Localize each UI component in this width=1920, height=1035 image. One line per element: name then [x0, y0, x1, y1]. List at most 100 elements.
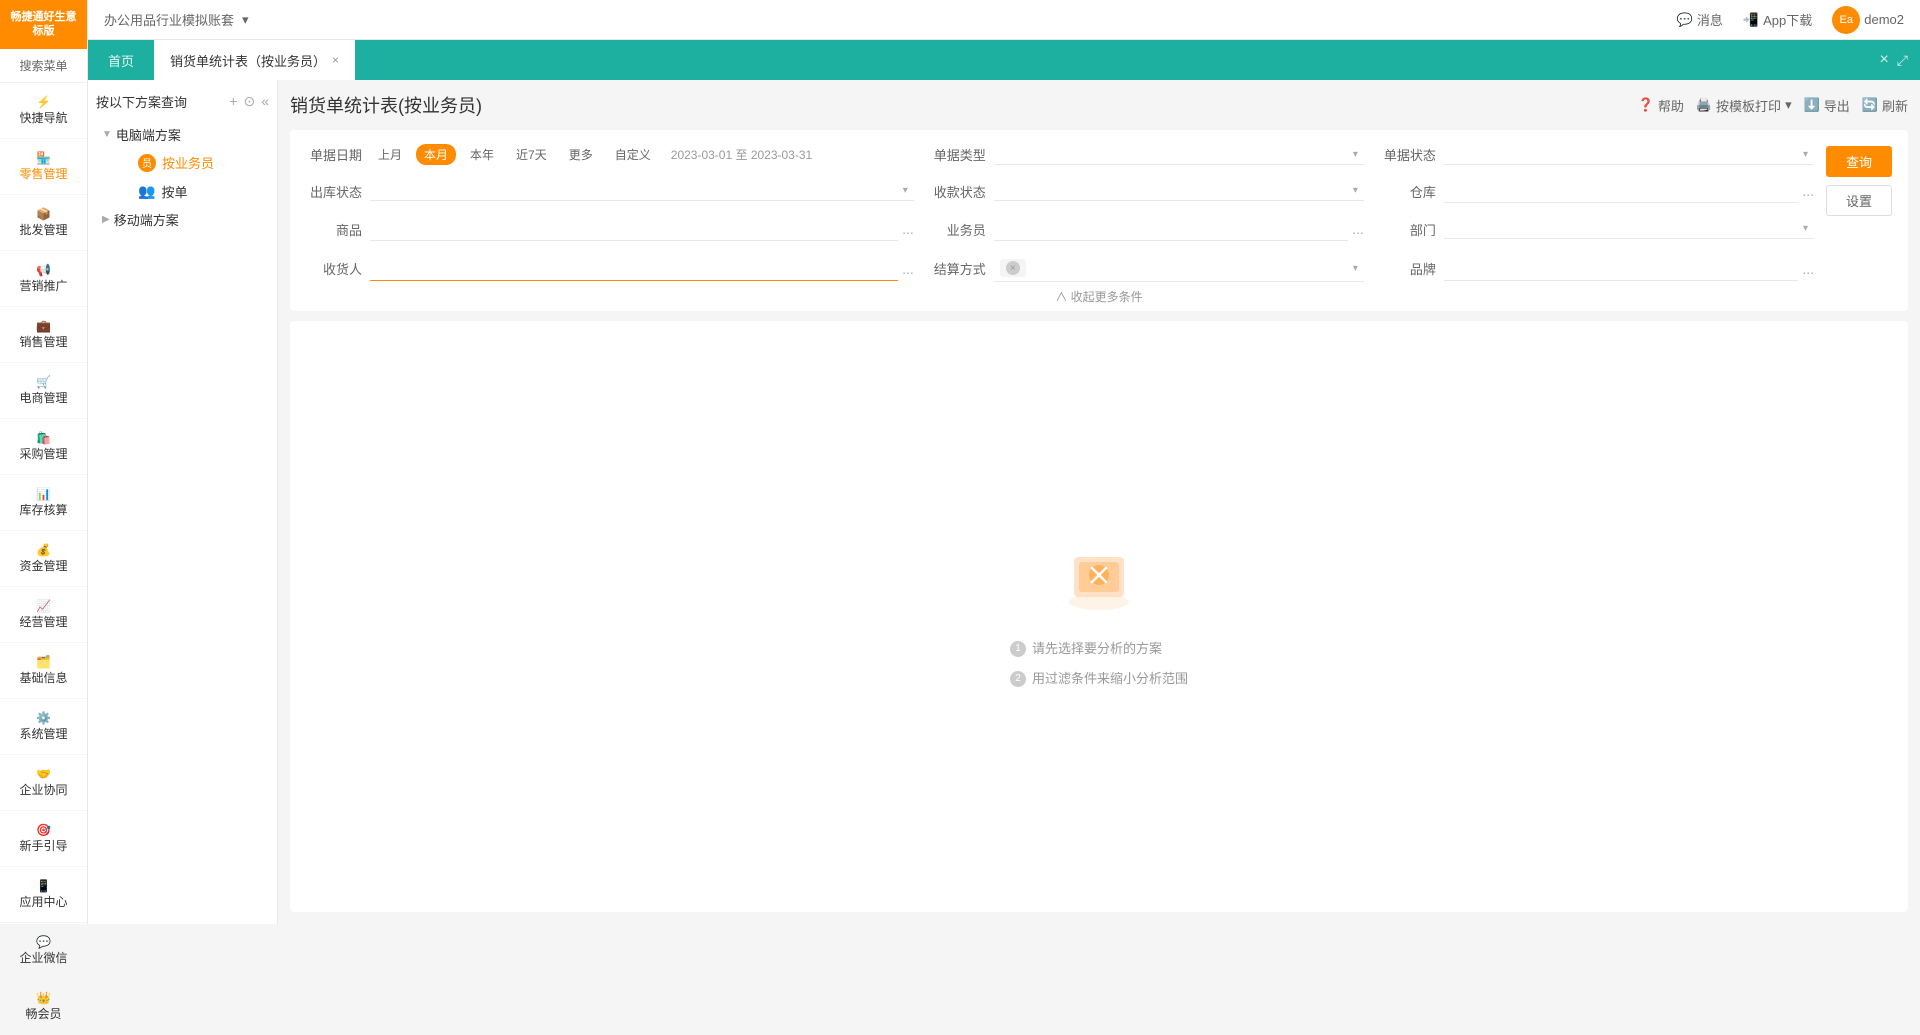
- date-tab-more[interactable]: 更多: [561, 144, 601, 165]
- filter-receiver: 收货人 ...: [306, 257, 914, 281]
- tree-section-pc[interactable]: ▼ 电脑端方案: [96, 121, 269, 148]
- setting-button[interactable]: 设置: [1826, 185, 1892, 216]
- message-btn[interactable]: 💬 消息: [1677, 10, 1723, 29]
- sidebar-item-inventory[interactable]: 📊 库存核算: [0, 475, 87, 531]
- receiver-dots[interactable]: ...: [902, 261, 914, 277]
- marketing-label: 营销推广: [4, 277, 83, 294]
- filter-rows-wrapper: 单据日期 上月 本月 本年 近7天 更多 自定义 2023-03-01 至 20…: [306, 144, 1892, 282]
- page-title: 销货单统计表(按业务员): [290, 92, 482, 118]
- doc-status-select[interactable]: ▾: [1444, 145, 1814, 165]
- warehouse-input[interactable]: [1444, 179, 1798, 203]
- tab-home[interactable]: 首页: [88, 51, 154, 70]
- sidebar-item-purchase[interactable]: 🛍️ 采购管理: [0, 419, 87, 475]
- collapse-panel-icon[interactable]: «: [261, 93, 269, 110]
- date-tab-this-year[interactable]: 本年: [462, 144, 502, 165]
- salesperson-dots[interactable]: ...: [1352, 221, 1364, 237]
- sidebar-item-business[interactable]: 📈 经营管理: [0, 587, 87, 643]
- page-title-bar: 销货单统计表(按业务员) ❓ 帮助 🖨️ 按模板打印 ▾ ⬇️ 导出: [290, 92, 1908, 118]
- user-menu[interactable]: Ea demo2: [1832, 6, 1904, 34]
- receiver-input[interactable]: [370, 257, 898, 281]
- breadcrumb-dropdown-icon[interactable]: ▾: [242, 12, 249, 28]
- top-header: 办公用品行业模拟账套 ▾ 💬 消息 📲 App下载 Ea demo2: [88, 0, 1920, 40]
- refresh-btn[interactable]: 🔄 刷新: [1862, 96, 1908, 115]
- brand-dots[interactable]: ...: [1802, 261, 1814, 277]
- sidebar-item-ecommerce[interactable]: 🛒 电商管理: [0, 363, 87, 419]
- system-label: 系统管理: [4, 725, 83, 742]
- business-icon: 📈: [4, 599, 83, 613]
- message-icon: 💬: [1677, 12, 1693, 28]
- app-download-label: App下载: [1763, 10, 1812, 29]
- sidebar-item-marketing[interactable]: 📢 营销推广: [0, 251, 87, 307]
- recv-status-select[interactable]: ▾: [994, 181, 1364, 201]
- sidebar-item-system[interactable]: ⚙️ 系统管理: [0, 699, 87, 755]
- warehouse-dots[interactable]: ...: [1802, 183, 1814, 199]
- retail-label: 零售管理: [4, 165, 83, 182]
- inventory-icon: 📊: [4, 487, 83, 501]
- settle-tag-x[interactable]: ×: [1006, 261, 1020, 275]
- date-tab-this-month[interactable]: 本月: [416, 144, 456, 165]
- goods-input[interactable]: [370, 217, 898, 241]
- print-dropdown-icon[interactable]: ▾: [1785, 97, 1792, 113]
- sidebar-search-area: 搜索菜单: [0, 49, 87, 83]
- export-icon: ⬇️: [1804, 97, 1820, 113]
- tree-section-mobile[interactable]: ▶ 移动端方案: [96, 206, 269, 233]
- content-wrapper: 按以下方案查询 + ⊙ « ▼ 电脑端方案 员 按业务员 👥 按单: [88, 80, 1920, 924]
- sidebar-item-basic[interactable]: 🗂️ 基础信息: [0, 643, 87, 699]
- settle-select[interactable]: × ▾: [994, 255, 1364, 282]
- filter-settle: 结算方式 × ▾: [930, 255, 1364, 282]
- logo-subtext: 标版: [33, 24, 55, 38]
- search-menu-btn[interactable]: 搜索菜单: [6, 57, 81, 74]
- maximize-icon[interactable]: ⤢: [1897, 52, 1908, 69]
- query-button[interactable]: 查询: [1826, 146, 1892, 177]
- tree-leaf-salesperson[interactable]: 员 按业务员: [112, 148, 269, 177]
- newbie-label: 新手引导: [4, 837, 83, 854]
- tab-close-icon[interactable]: ×: [332, 53, 339, 67]
- empty-tip1: 1 请先选择要分析的方案: [1010, 636, 1188, 662]
- sidebar-item-newbie[interactable]: 🎯 新手引导: [0, 811, 87, 867]
- print-icon: 🖨️: [1696, 97, 1712, 113]
- sidebar-item-wholesale[interactable]: 📦 批发管理: [0, 195, 87, 251]
- help-label: 帮助: [1658, 96, 1684, 115]
- sidebar-item-quicknav[interactable]: ⚡ 快捷导航: [0, 83, 87, 139]
- collapse-row[interactable]: ∧ 收起更多条件: [306, 282, 1892, 311]
- tree-triangle-down: ▼: [102, 129, 112, 140]
- sidebar-item-appcenter[interactable]: 📱 应用中心: [0, 867, 87, 923]
- sidebar-item-wechat[interactable]: 💬 企业微信: [0, 923, 87, 979]
- help-icon: ❓: [1638, 97, 1654, 113]
- print-btn[interactable]: 🖨️ 按模板打印 ▾: [1696, 96, 1792, 115]
- appcenter-icon: 📱: [4, 879, 83, 893]
- export-btn[interactable]: ⬇️ 导出: [1804, 96, 1850, 115]
- brand-input[interactable]: [1444, 257, 1798, 281]
- settings-scheme-icon[interactable]: ⊙: [243, 93, 255, 110]
- sidebar-item-sales[interactable]: 💼 销售管理: [0, 307, 87, 363]
- empty-illustration: [1049, 537, 1149, 620]
- add-scheme-icon[interactable]: +: [229, 93, 237, 110]
- dept-arrow: ▾: [1803, 223, 1808, 234]
- goods-dots[interactable]: ...: [902, 221, 914, 237]
- tab-active-label: 销货单统计表（按业务员）: [170, 51, 326, 70]
- tab-active[interactable]: 销货单统计表（按业务员） ×: [154, 40, 355, 80]
- app-download-btn[interactable]: 📲 App下载: [1743, 10, 1812, 29]
- help-btn[interactable]: ❓ 帮助: [1638, 96, 1684, 115]
- recv-status-label: 收款状态: [930, 182, 986, 201]
- empty-tip2-text: 用过滤条件来缩小分析范围: [1032, 666, 1188, 692]
- logo-text: 畅捷通好生意: [11, 10, 77, 24]
- salesperson-input[interactable]: [994, 217, 1348, 241]
- date-tab-last-month[interactable]: 上月: [370, 144, 410, 165]
- doc-type-select[interactable]: ▾: [994, 145, 1364, 165]
- out-status-select[interactable]: ▾: [370, 181, 914, 201]
- date-tab-custom[interactable]: 自定义: [607, 144, 659, 165]
- window-close-icon[interactable]: ×: [1879, 51, 1888, 69]
- print-label: 按模板打印: [1716, 96, 1781, 115]
- dept-select[interactable]: ▾: [1444, 219, 1814, 239]
- doc-type-arrow: ▾: [1353, 149, 1358, 160]
- sidebar-item-enterprise[interactable]: 🤝 企业协同: [0, 755, 87, 811]
- wholesale-label: 批发管理: [4, 221, 83, 238]
- tree-leaf-order[interactable]: 👥 按单: [112, 177, 269, 206]
- filter-row-2: 出库状态 ▾ 收款状态 ▾: [306, 179, 1814, 203]
- sidebar-item-member[interactable]: 👑 畅会员: [0, 979, 87, 1035]
- sidebar-item-retail[interactable]: 🏪 零售管理: [0, 139, 87, 195]
- sidebar-item-finance[interactable]: 💰 资金管理: [0, 531, 87, 587]
- date-tab-7days[interactable]: 近7天: [508, 144, 555, 165]
- member-icon: 👑: [4, 991, 83, 1005]
